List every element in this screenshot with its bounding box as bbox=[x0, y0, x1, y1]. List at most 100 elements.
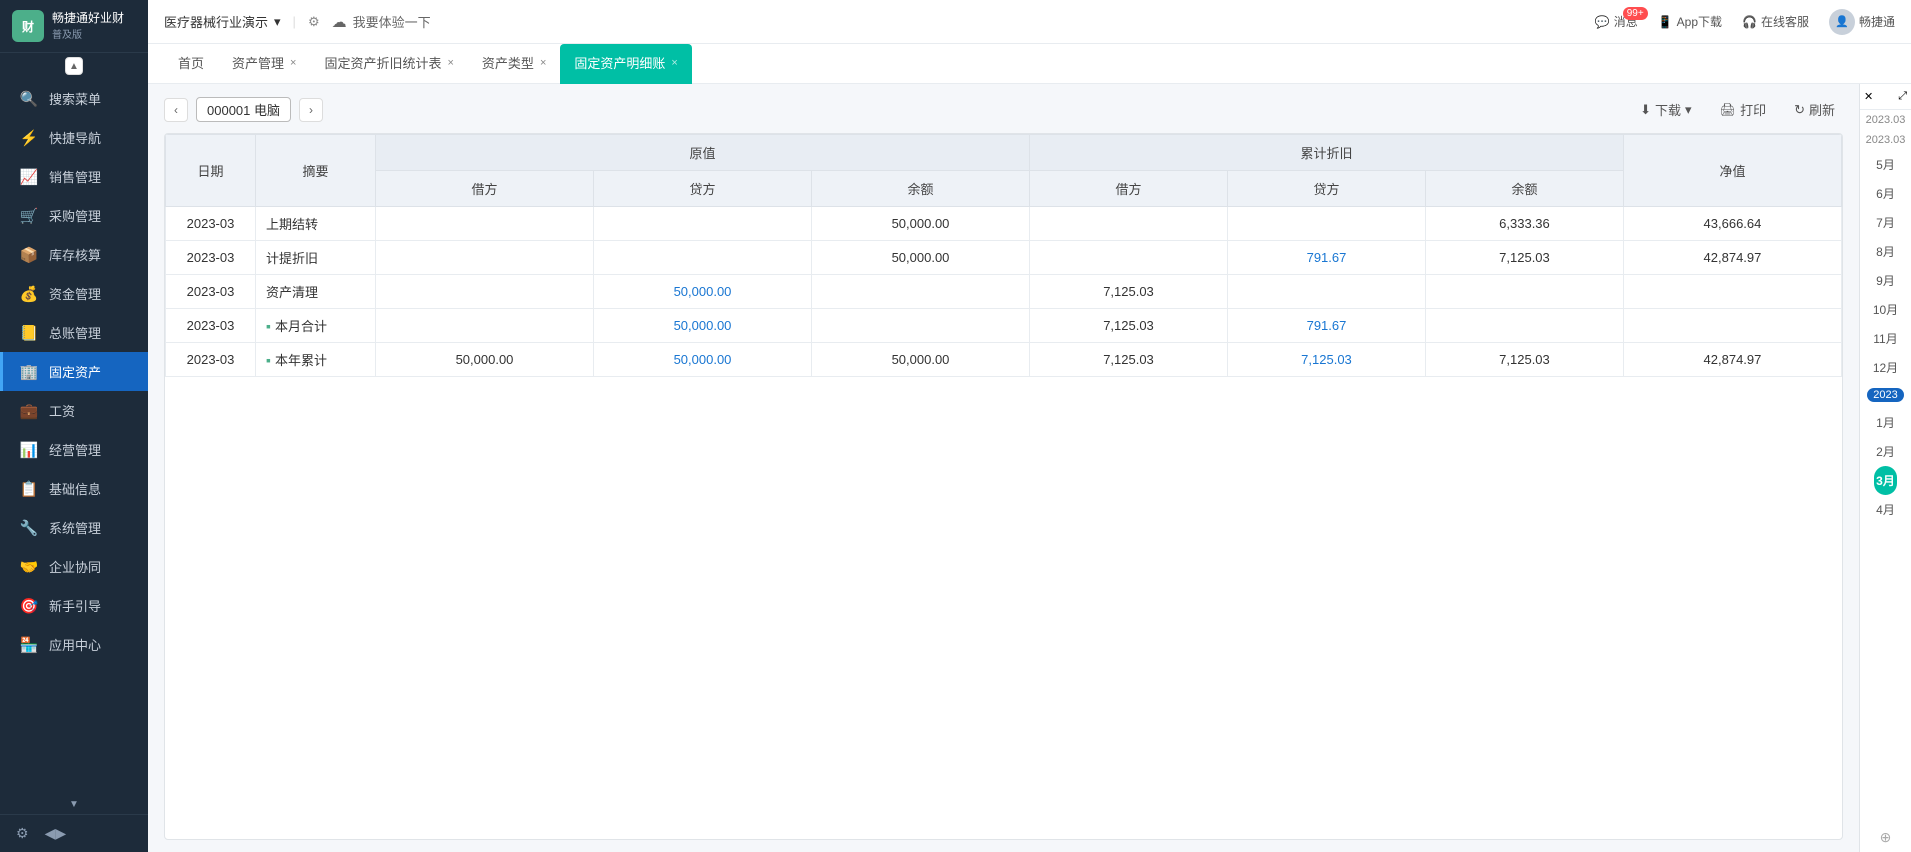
sidebar-item-search[interactable]: 🔍 搜索菜单 bbox=[0, 79, 148, 118]
table-row: 2023-03 ▪本年累计 50,000.00 50,000.00 50,000… bbox=[166, 343, 1842, 377]
sidebar: 财 畅捷通好业财 普及版 ▲ 🔍 搜索菜单 ⚡ 快捷导航 📈 销售管理 🛒 采购… bbox=[0, 0, 148, 852]
sidebar-item-app-center[interactable]: 🏪 应用中心 bbox=[0, 625, 148, 664]
cell-orig-debit: 50,000.00 bbox=[376, 343, 594, 377]
tab-asset-detail[interactable]: 固定资产明细账× bbox=[560, 44, 691, 84]
customer-service-label: 在线客服 bbox=[1761, 13, 1809, 30]
th-accum-debit: 借方 bbox=[1030, 171, 1228, 207]
timeline-expand-icon[interactable]: ⤢ bbox=[1898, 90, 1907, 103]
next-asset-btn[interactable]: › bbox=[299, 98, 323, 122]
timeline-month-11月[interactable]: 11月 bbox=[1871, 324, 1900, 353]
asset-code-badge: 000001 电脑 bbox=[196, 97, 291, 122]
timeline-month-1月[interactable]: 1月 bbox=[1874, 408, 1897, 437]
sidebar-item-operation[interactable]: 📊 经营管理 bbox=[0, 430, 148, 469]
table-row: 2023-03 计提折旧 50,000.00 791.67 7,125.03 4… bbox=[166, 241, 1842, 275]
sidebar-item-quick-nav[interactable]: ⚡ 快捷导航 bbox=[0, 118, 148, 157]
message-btn[interactable]: 💬 消息 99+ bbox=[1595, 13, 1638, 30]
tab-close-asset-mgmt[interactable]: × bbox=[290, 57, 296, 69]
timeline-down-btn[interactable]: ⊕ bbox=[1874, 823, 1898, 852]
sidebar-item-fixed-asset[interactable]: 🏢 固定资产 bbox=[0, 352, 148, 391]
company-dropdown-icon: ▾ bbox=[274, 14, 281, 30]
fa-detail-page: ‹ 000001 电脑 › ⬇ 下载 ▾ 🖨 打印 bbox=[148, 84, 1911, 852]
sidebar-icon-operation: 📊 bbox=[19, 441, 39, 459]
tab-depreciation-stat[interactable]: 固定资产折旧统计表× bbox=[310, 44, 467, 84]
sidebar-bottom: ⚙ ◀▶ bbox=[0, 814, 148, 852]
timeline-month-10月[interactable]: 10月 bbox=[1871, 295, 1900, 324]
tab-asset-mgmt[interactable]: 资产管理× bbox=[218, 44, 310, 84]
timeline-month-8月[interactable]: 8月 bbox=[1871, 237, 1900, 266]
timeline-month-4月[interactable]: 4月 bbox=[1874, 495, 1897, 524]
cell-orig-credit bbox=[594, 207, 812, 241]
tab-close-depreciation-stat[interactable]: × bbox=[447, 57, 453, 69]
cell-orig-debit bbox=[376, 241, 594, 275]
cell-orig-credit bbox=[594, 241, 812, 275]
cell-accum-debit bbox=[1030, 207, 1228, 241]
fa-detail-table-wrap: 日期 摘要 原值 累计折旧 净值 借方 贷方 余额 借方 bbox=[164, 133, 1843, 840]
th-date: 日期 bbox=[166, 135, 256, 207]
app-download-btn[interactable]: 📱 App下载 bbox=[1658, 13, 1722, 30]
timeline-month-2月[interactable]: 2月 bbox=[1874, 437, 1897, 466]
sidebar-label-payroll: 工资 bbox=[49, 401, 75, 420]
sidebar-item-cooperation[interactable]: 🤝 企业协同 bbox=[0, 547, 148, 586]
sidebar-item-fund[interactable]: 💰 资金管理 bbox=[0, 274, 148, 313]
timeline-close-icon[interactable]: ✕ bbox=[1864, 90, 1873, 103]
app-logo-icon: 财 bbox=[12, 10, 44, 42]
cell-orig-balance: 50,000.00 bbox=[812, 241, 1030, 275]
prev-asset-btn[interactable]: ‹ bbox=[164, 98, 188, 122]
cell-orig-credit: 50,000.00 bbox=[594, 275, 812, 309]
timeline-month-3月[interactable]: 3月 bbox=[1874, 466, 1897, 495]
sidebar-icon-system: 🔧 bbox=[19, 519, 39, 537]
timeline-month-7月[interactable]: 7月 bbox=[1871, 208, 1900, 237]
tab-close-asset-detail[interactable]: × bbox=[671, 57, 677, 69]
sidebar-icon-app-center: 🏪 bbox=[19, 636, 39, 654]
sidebar-label-quick-nav: 快捷导航 bbox=[49, 128, 101, 147]
timeline-year-2023[interactable]: 2023 bbox=[1860, 382, 1911, 408]
cell-orig-debit bbox=[376, 275, 594, 309]
timeline-month-5月[interactable]: 5月 bbox=[1871, 150, 1900, 179]
sidebar-icon-inventory: 📦 bbox=[19, 246, 39, 264]
timeline-month-12月[interactable]: 12月 bbox=[1871, 353, 1900, 382]
sidebar-scroll-up[interactable]: ▲ bbox=[65, 57, 83, 75]
sidebar-icon-search: 🔍 bbox=[19, 90, 39, 108]
user-menu[interactable]: 👤 畅捷通 bbox=[1829, 9, 1895, 35]
sidebar-label-guide: 新手引导 bbox=[49, 596, 101, 615]
sidebar-item-inventory[interactable]: 📦 库存核算 bbox=[0, 235, 148, 274]
print-btn[interactable]: 🖨 打印 bbox=[1712, 96, 1775, 123]
sidebar-label-operation: 经营管理 bbox=[49, 440, 101, 459]
sidebar-item-guide[interactable]: 🎯 新手引导 bbox=[0, 586, 148, 625]
sidebar-icon-fund: 💰 bbox=[19, 285, 39, 303]
cell-accum-debit bbox=[1030, 241, 1228, 275]
sidebar-scroll-down-btn[interactable]: ▼ bbox=[0, 795, 148, 814]
cell-accum-balance: 7,125.03 bbox=[1425, 343, 1623, 377]
sidebar-label-cooperation: 企业协同 bbox=[49, 557, 101, 576]
th-summary: 摘要 bbox=[256, 135, 376, 207]
tab-home[interactable]: 首页 bbox=[164, 44, 218, 84]
sidebar-item-payroll[interactable]: 💼 工资 bbox=[0, 391, 148, 430]
customer-service-btn[interactable]: 🎧 在线客服 bbox=[1742, 13, 1809, 30]
cell-date: 2023-03 bbox=[166, 207, 256, 241]
sidebar-item-system[interactable]: 🔧 系统管理 bbox=[0, 508, 148, 547]
app-edition: 普及版 bbox=[52, 26, 124, 41]
cell-summary: 资产清理 bbox=[256, 275, 376, 309]
refresh-btn[interactable]: ↻ 刷新 bbox=[1786, 96, 1843, 123]
cell-accum-debit: 7,125.03 bbox=[1030, 275, 1228, 309]
settings-btn[interactable]: ⚙ bbox=[308, 14, 320, 30]
app-download-label: App下载 bbox=[1677, 13, 1722, 30]
download-btn[interactable]: ⬇ 下载 ▾ bbox=[1632, 96, 1699, 123]
company-selector[interactable]: 医疗器械行业演示 ▾ bbox=[164, 12, 281, 31]
sidebar-label-sales: 销售管理 bbox=[49, 167, 101, 186]
experience-btn[interactable]: ☁ 我要体验一下 bbox=[332, 12, 431, 31]
settings-icon[interactable]: ⚙ bbox=[16, 825, 29, 842]
cell-orig-balance bbox=[812, 309, 1030, 343]
timeline-month-9月[interactable]: 9月 bbox=[1871, 266, 1900, 295]
tab-asset-type[interactable]: 资产类型× bbox=[468, 44, 560, 84]
sidebar-item-purchase[interactable]: 🛒 采购管理 bbox=[0, 196, 148, 235]
collapse-icon[interactable]: ◀▶ bbox=[45, 825, 67, 842]
sidebar-item-basic-info[interactable]: 📋 基础信息 bbox=[0, 469, 148, 508]
sidebar-item-ledger[interactable]: 📒 总账管理 bbox=[0, 313, 148, 352]
timeline-month-6月[interactable]: 6月 bbox=[1871, 179, 1900, 208]
timeline-panel: ✕ ⤢ 2023.03 2023.03 5月6月7月8月9月10月11月12月 … bbox=[1859, 84, 1911, 852]
cell-summary: 上期结转 bbox=[256, 207, 376, 241]
sidebar-item-sales[interactable]: 📈 销售管理 bbox=[0, 157, 148, 196]
tab-close-asset-type[interactable]: × bbox=[540, 57, 546, 69]
cell-orig-debit bbox=[376, 207, 594, 241]
